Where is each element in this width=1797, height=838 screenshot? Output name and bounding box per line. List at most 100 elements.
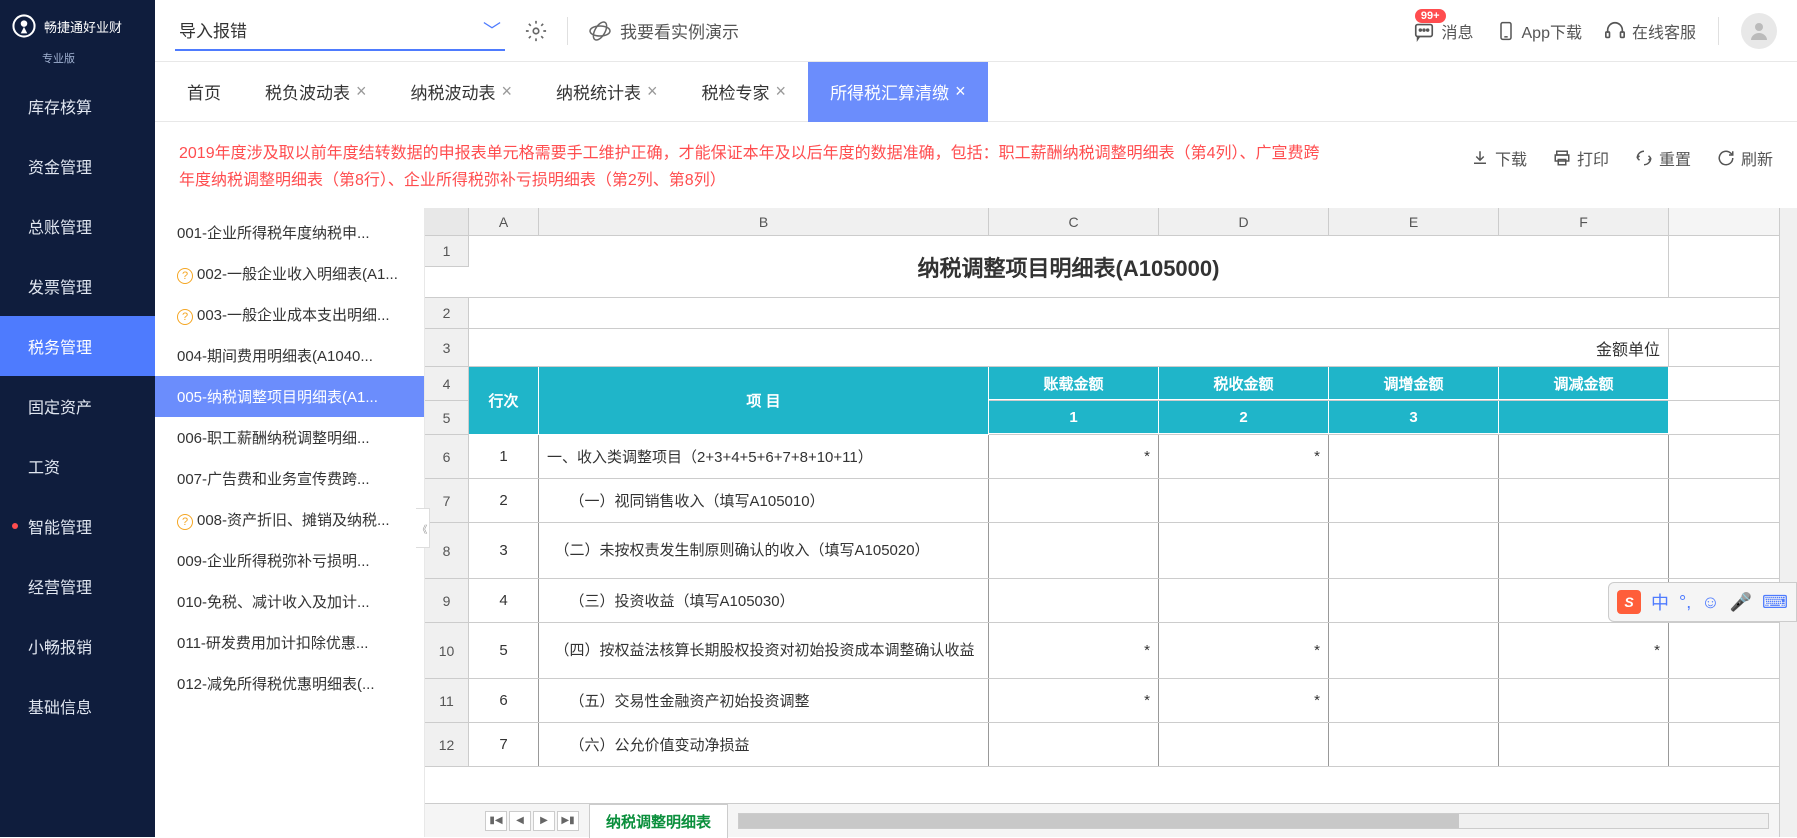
row-header[interactable]: 6 — [425, 435, 469, 478]
cell[interactable] — [1499, 479, 1669, 522]
tab[interactable]: 税检专家× — [680, 62, 809, 122]
sheet-tab[interactable]: 纳税调整明细表 — [589, 804, 728, 838]
cell[interactable] — [1329, 723, 1499, 766]
tree-item[interactable]: 004-期间费用明细表(A1040... — [155, 335, 424, 376]
cell[interactable] — [1499, 435, 1669, 478]
tree-item[interactable]: 006-职工薪酬纳税调整明细... — [155, 417, 424, 458]
cell[interactable] — [1329, 679, 1499, 722]
sidebar-item[interactable]: 小畅报销 — [0, 616, 155, 676]
vertical-scrollbar[interactable] — [1779, 208, 1797, 837]
cell[interactable]: * — [1499, 623, 1669, 678]
cell[interactable]: * — [989, 435, 1159, 478]
ime-keyboard-icon[interactable]: ⌨ — [1762, 592, 1788, 613]
sheet-nav-prev[interactable]: ◀ — [509, 811, 531, 831]
cell[interactable] — [1159, 579, 1329, 622]
ime-toolbar[interactable]: S 中 °, ☺ 🎤 ⌨ — [1608, 582, 1797, 622]
sheet-nav-next[interactable]: ▶ — [533, 811, 555, 831]
cell[interactable]: 7 — [469, 723, 539, 766]
sidebar-item[interactable]: 工资 — [0, 436, 155, 496]
tree-item[interactable]: 001-企业所得税年度纳税申... — [155, 212, 424, 253]
cell[interactable] — [1329, 435, 1499, 478]
cell[interactable]: 1 — [469, 435, 539, 478]
col-header[interactable]: F — [1499, 208, 1669, 235]
service-button[interactable]: 在线客服 — [1604, 19, 1696, 43]
row-header[interactable]: 11 — [425, 679, 469, 722]
message-button[interactable]: 消息 99+ — [1413, 19, 1473, 43]
cell[interactable] — [989, 523, 1159, 578]
cell[interactable] — [1329, 479, 1499, 522]
ime-lang[interactable]: 中 — [1651, 589, 1669, 615]
cell[interactable] — [989, 579, 1159, 622]
sheet-nav-last[interactable]: ▶▮ — [557, 811, 579, 831]
tree-item[interactable]: ?003-一般企业成本支出明细... — [155, 294, 424, 335]
sidebar-item[interactable]: 总账管理 — [0, 196, 155, 256]
cell[interactable]: （一）视同销售收入（填写A105010） — [539, 479, 989, 522]
row-header[interactable]: 5 — [425, 401, 469, 434]
row-header[interactable]: 4 — [425, 367, 469, 400]
collapse-handle[interactable]: 《 — [416, 508, 430, 548]
row-header[interactable]: 12 — [425, 723, 469, 766]
sheet-nav-first[interactable]: ▮◀ — [485, 811, 507, 831]
col-header[interactable]: E — [1329, 208, 1499, 235]
tab[interactable]: 所得税汇算清缴× — [808, 62, 988, 122]
cell[interactable] — [989, 479, 1159, 522]
tab[interactable]: 首页 — [165, 62, 243, 122]
print-button[interactable]: 打印 — [1553, 146, 1609, 170]
cell[interactable] — [1499, 523, 1669, 578]
tab[interactable]: 纳税波动表× — [389, 62, 535, 122]
close-icon[interactable]: × — [356, 81, 367, 102]
tree-item[interactable]: 005-纳税调整项目明细表(A1... — [155, 376, 424, 417]
col-header[interactable]: B — [539, 208, 989, 235]
cell[interactable]: * — [1159, 623, 1329, 678]
ime-emoji-icon[interactable]: ☺ — [1701, 592, 1719, 613]
refresh-button[interactable]: 刷新 — [1717, 146, 1773, 170]
row-header[interactable]: 8 — [425, 523, 469, 578]
gear-icon[interactable] — [525, 20, 547, 42]
tree-item[interactable]: 009-企业所得税弥补亏损明... — [155, 540, 424, 581]
reset-button[interactable]: 重置 — [1635, 146, 1691, 170]
cell[interactable] — [989, 723, 1159, 766]
col-header[interactable]: A — [469, 208, 539, 235]
tree-item[interactable]: ?008-资产折旧、摊销及纳税... — [155, 499, 424, 540]
cell[interactable]: （二）未按权责发生制原则确认的收入（填写A105020） — [539, 523, 989, 578]
cell[interactable] — [1329, 579, 1499, 622]
cell[interactable]: * — [989, 623, 1159, 678]
tree-item[interactable]: 012-减免所得税优惠明细表(... — [155, 663, 424, 704]
sidebar-item[interactable]: 智能管理 — [0, 496, 155, 556]
cell[interactable]: * — [989, 679, 1159, 722]
cell[interactable]: 5 — [469, 623, 539, 678]
cell[interactable]: * — [1159, 435, 1329, 478]
cell[interactable] — [1499, 679, 1669, 722]
cell[interactable]: （六）公允价值变动净损益 — [539, 723, 989, 766]
cell[interactable] — [1329, 623, 1499, 678]
sidebar-item[interactable]: 经营管理 — [0, 556, 155, 616]
horizontal-scrollbar[interactable] — [728, 813, 1779, 829]
sidebar-item[interactable]: 发票管理 — [0, 256, 155, 316]
ime-punct-icon[interactable]: °, — [1679, 592, 1691, 613]
col-header[interactable]: D — [1159, 208, 1329, 235]
sidebar-item[interactable]: 基础信息 — [0, 676, 155, 736]
cell[interactable]: 3 — [469, 523, 539, 578]
cell[interactable]: （五）交易性金融资产初始投资调整 — [539, 679, 989, 722]
close-icon[interactable]: × — [647, 81, 658, 102]
row-header[interactable]: 1 — [425, 236, 469, 267]
cell[interactable]: （三）投资收益（填写A105030） — [539, 579, 989, 622]
sidebar-item[interactable]: 库存核算 — [0, 76, 155, 136]
cell[interactable]: 6 — [469, 679, 539, 722]
cell[interactable]: * — [1159, 679, 1329, 722]
tree-item[interactable]: 010-免税、减计收入及加计... — [155, 581, 424, 622]
cell[interactable] — [1159, 523, 1329, 578]
tree-item[interactable]: 011-研发费用加计扣除优惠... — [155, 622, 424, 663]
cell[interactable]: （四）按权益法核算长期股权投资对初始投资成本调整确认收益 — [539, 623, 989, 678]
cell[interactable]: 4 — [469, 579, 539, 622]
cell[interactable]: 2 — [469, 479, 539, 522]
search-box[interactable]: 导入报错 ﹀ — [175, 11, 505, 51]
tree-item[interactable]: 007-广告费和业务宣传费跨... — [155, 458, 424, 499]
demo-link[interactable]: 我要看实例演示 — [588, 18, 739, 43]
ime-mic-icon[interactable]: 🎤 — [1730, 592, 1752, 613]
chevron-down-icon[interactable]: ﹀ — [483, 17, 501, 43]
cell[interactable]: 一、收入类调整项目（2+3+4+5+6+7+8+10+11） — [539, 435, 989, 478]
row-header[interactable]: 7 — [425, 479, 469, 522]
close-icon[interactable]: × — [955, 81, 966, 102]
row-header[interactable]: 10 — [425, 623, 469, 678]
